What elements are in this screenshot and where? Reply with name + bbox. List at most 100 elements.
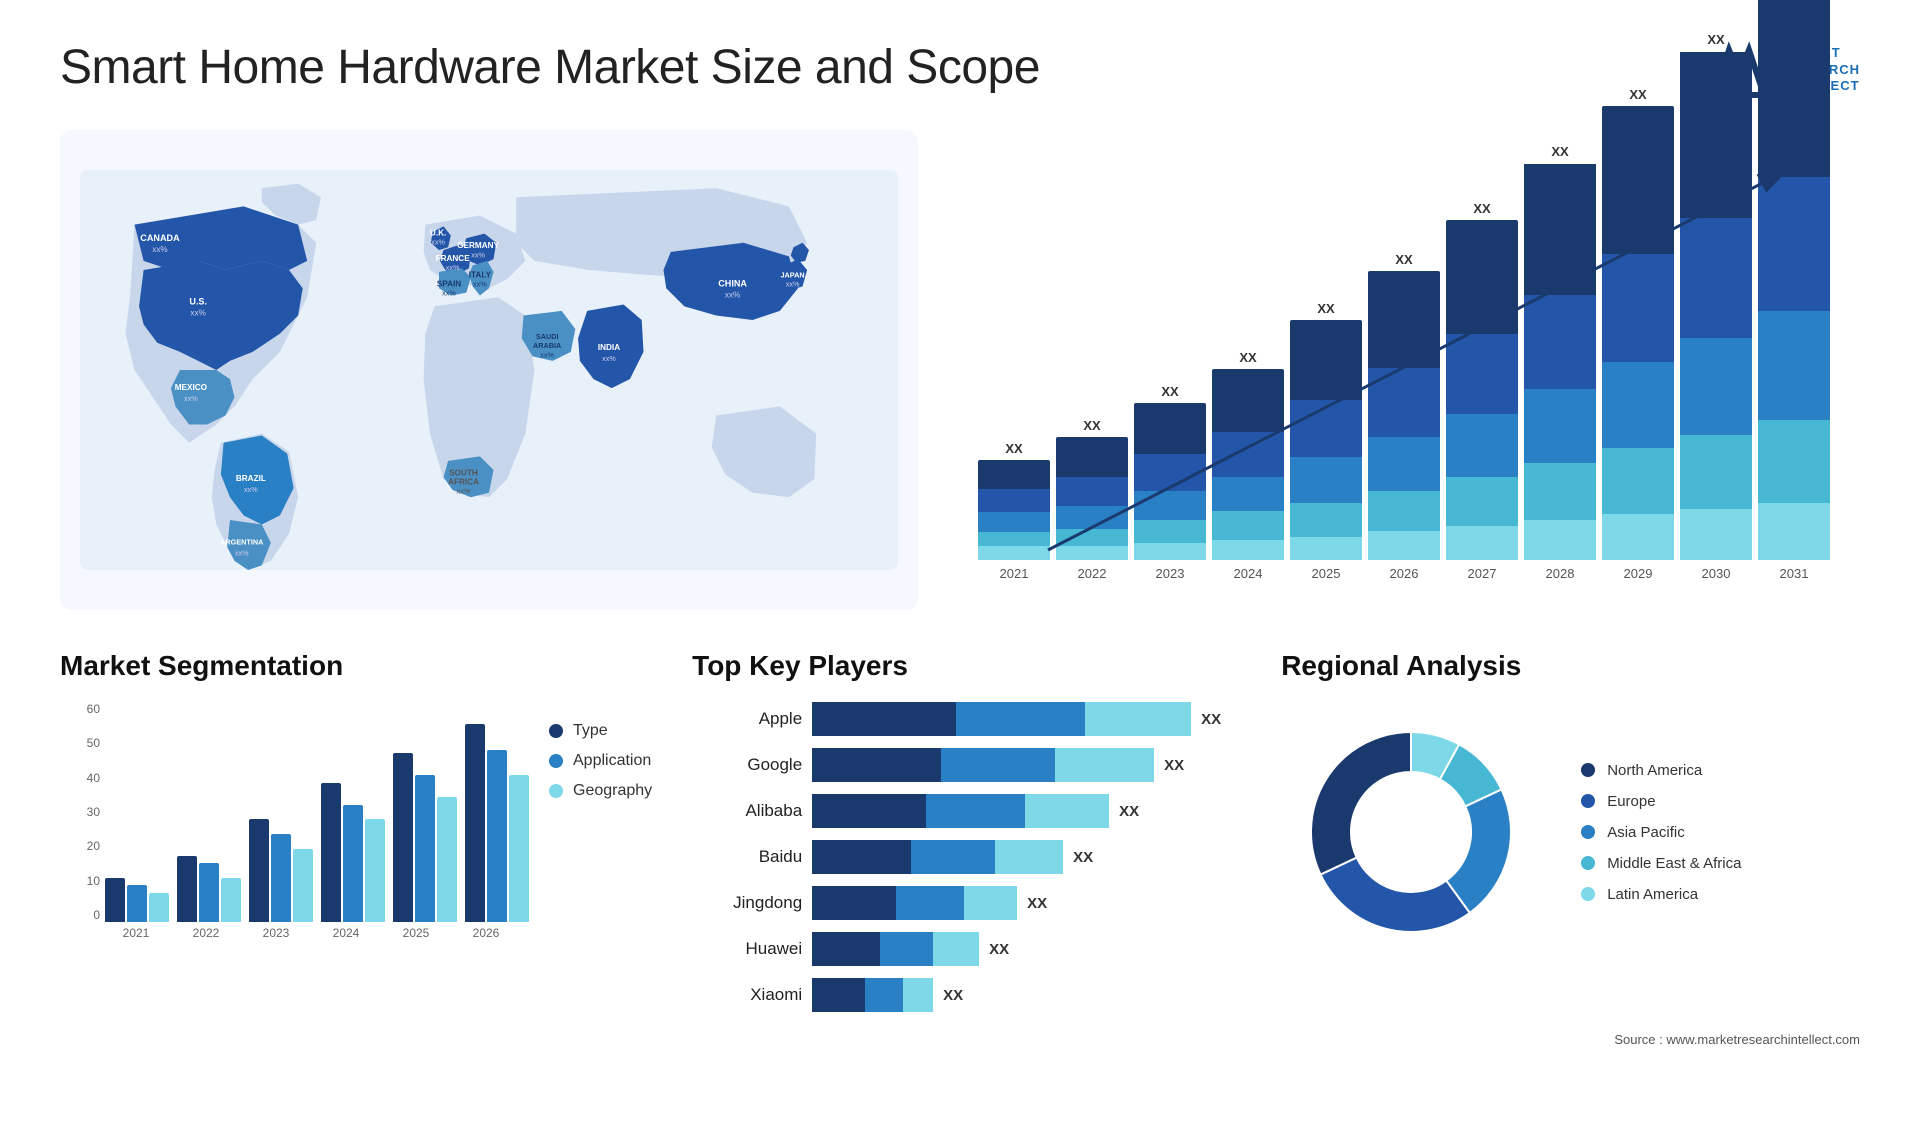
- growth-bar-segment: [1368, 491, 1440, 531]
- page-wrapper: Smart Home Hardware Market Size and Scop…: [0, 0, 1920, 1146]
- legend-dot: [549, 724, 563, 738]
- growth-bar-segment: [1680, 509, 1752, 560]
- growth-bar-segment: [1758, 420, 1830, 503]
- seg-bar-group: [105, 878, 169, 922]
- map-section: CANADA xx% U.S. xx% MEXICO xx% BRAZIL xx…: [60, 130, 918, 610]
- svg-text:ITALY: ITALY: [469, 270, 492, 279]
- growth-bar-segment: [1134, 520, 1206, 543]
- svg-text:xx%: xx%: [431, 238, 445, 247]
- seg-bar: [177, 856, 197, 922]
- growth-bar-label: XX: [1005, 441, 1022, 456]
- seg-x-label: 2025: [385, 926, 447, 940]
- growth-bar-segment: [1056, 437, 1128, 477]
- growth-bar-segment: [1758, 0, 1830, 177]
- reg-legend-item: Europe: [1581, 793, 1741, 810]
- players-list: AppleXXGoogleXXAlibabaXXBaiduXXJingdongX…: [692, 702, 1221, 1012]
- svg-text:xx%: xx%: [602, 354, 616, 363]
- player-bar-seg: [865, 978, 903, 1012]
- growth-bar-segment: [1134, 491, 1206, 520]
- growth-bar-segment: [1212, 477, 1284, 511]
- seg-bar: [393, 753, 413, 922]
- reg-dot: [1581, 887, 1595, 901]
- legend-label: Geography: [573, 782, 652, 800]
- growth-bar-segment: [1524, 520, 1596, 560]
- regional-section: Regional Analysis North AmericaEuropeAsi…: [1261, 650, 1860, 962]
- svg-text:INDIA: INDIA: [598, 343, 620, 352]
- header: Smart Home Hardware Market Size and Scop…: [60, 40, 1860, 100]
- growth-bar-segment: [1368, 271, 1440, 368]
- seg-bar: [221, 878, 241, 922]
- growth-bar-col: [1290, 320, 1362, 560]
- growth-bar-segment: [1056, 529, 1128, 546]
- reg-label: Asia Pacific: [1607, 824, 1685, 841]
- seg-x-label: 2023: [245, 926, 307, 940]
- seg-legend: TypeApplicationGeography: [549, 702, 652, 800]
- growth-bar-segment: [1602, 514, 1674, 560]
- svg-text:MEXICO: MEXICO: [175, 383, 208, 392]
- growth-bar-group: XX: [1446, 201, 1518, 560]
- regional-legend: North AmericaEuropeAsia PacificMiddle Ea…: [1581, 762, 1741, 903]
- svg-text:BRAZIL: BRAZIL: [236, 474, 266, 483]
- seg-bar-group: [321, 783, 385, 922]
- player-name: Apple: [692, 709, 802, 729]
- svg-text:SPAIN: SPAIN: [437, 279, 461, 288]
- seg-legend-item: Type: [549, 722, 652, 740]
- seg-x-label: 2021: [105, 926, 167, 940]
- player-bar-track: XX: [812, 978, 1221, 1012]
- growth-bar-col: [1134, 403, 1206, 560]
- growth-bar-col: [1680, 51, 1752, 560]
- player-row: XiaomiXX: [692, 978, 1221, 1012]
- growth-bar-segment: [1134, 543, 1206, 560]
- growth-bar-segment: [1602, 448, 1674, 514]
- legend-dot: [549, 754, 563, 768]
- growth-bar-group: XX: [1524, 144, 1596, 560]
- seg-bar: [365, 819, 385, 922]
- growth-bar-segment: [1446, 334, 1518, 414]
- growth-x-label: 2022: [1056, 566, 1128, 581]
- growth-bar-segment: [978, 546, 1050, 560]
- growth-bar-segment: [978, 460, 1050, 489]
- segmentation-title: Market Segmentation: [60, 650, 652, 682]
- player-bar-seg: [926, 794, 1025, 828]
- player-bar-seg: [995, 840, 1063, 874]
- growth-bar-group: XX: [1056, 418, 1128, 560]
- growth-bar-segment: [1368, 531, 1440, 560]
- reg-label: Middle East & Africa: [1607, 855, 1741, 872]
- svg-text:xx%: xx%: [540, 350, 554, 359]
- player-bar-seg: [1085, 702, 1191, 736]
- player-bar-inner: [812, 748, 1154, 782]
- player-name: Jingdong: [692, 893, 802, 913]
- svg-text:CANADA: CANADA: [140, 233, 180, 243]
- growth-bar-label: XX: [1707, 32, 1724, 47]
- growth-bar-group: XX: [978, 441, 1050, 560]
- donut-chart-svg: [1281, 702, 1541, 962]
- growth-bar-segment: [1446, 477, 1518, 526]
- svg-text:U.S.: U.S.: [189, 297, 207, 307]
- player-bar-seg: [1025, 794, 1109, 828]
- seg-bar-group: [177, 856, 241, 922]
- player-bar-inner: [812, 702, 1191, 736]
- growth-bar-segment: [1290, 503, 1362, 537]
- donut-segment: [1321, 858, 1470, 932]
- seg-x-label: 2022: [175, 926, 237, 940]
- growth-bar-segment: [1524, 463, 1596, 520]
- svg-text:xx%: xx%: [725, 290, 740, 299]
- growth-bar-segment: [1368, 437, 1440, 491]
- player-bar-seg: [1055, 748, 1154, 782]
- top-row: CANADA xx% U.S. xx% MEXICO xx% BRAZIL xx…: [60, 130, 1860, 610]
- seg-bar: [127, 885, 147, 922]
- player-row: GoogleXX: [692, 748, 1221, 782]
- seg-bar: [437, 797, 457, 922]
- growth-bar-segment: [1446, 526, 1518, 560]
- growth-bar-group: XX: [1290, 301, 1362, 560]
- seg-bar: [509, 775, 529, 922]
- seg-bar: [199, 863, 219, 922]
- player-bar-seg: [812, 702, 956, 736]
- player-bar-inner: [812, 978, 933, 1012]
- player-bar-label: XX: [1027, 895, 1047, 912]
- growth-x-label: 2031: [1758, 566, 1830, 581]
- player-bar-track: XX: [812, 886, 1221, 920]
- seg-bar: [249, 819, 269, 922]
- players-title: Top Key Players: [692, 650, 1221, 682]
- growth-bar-group: XX: [1134, 384, 1206, 560]
